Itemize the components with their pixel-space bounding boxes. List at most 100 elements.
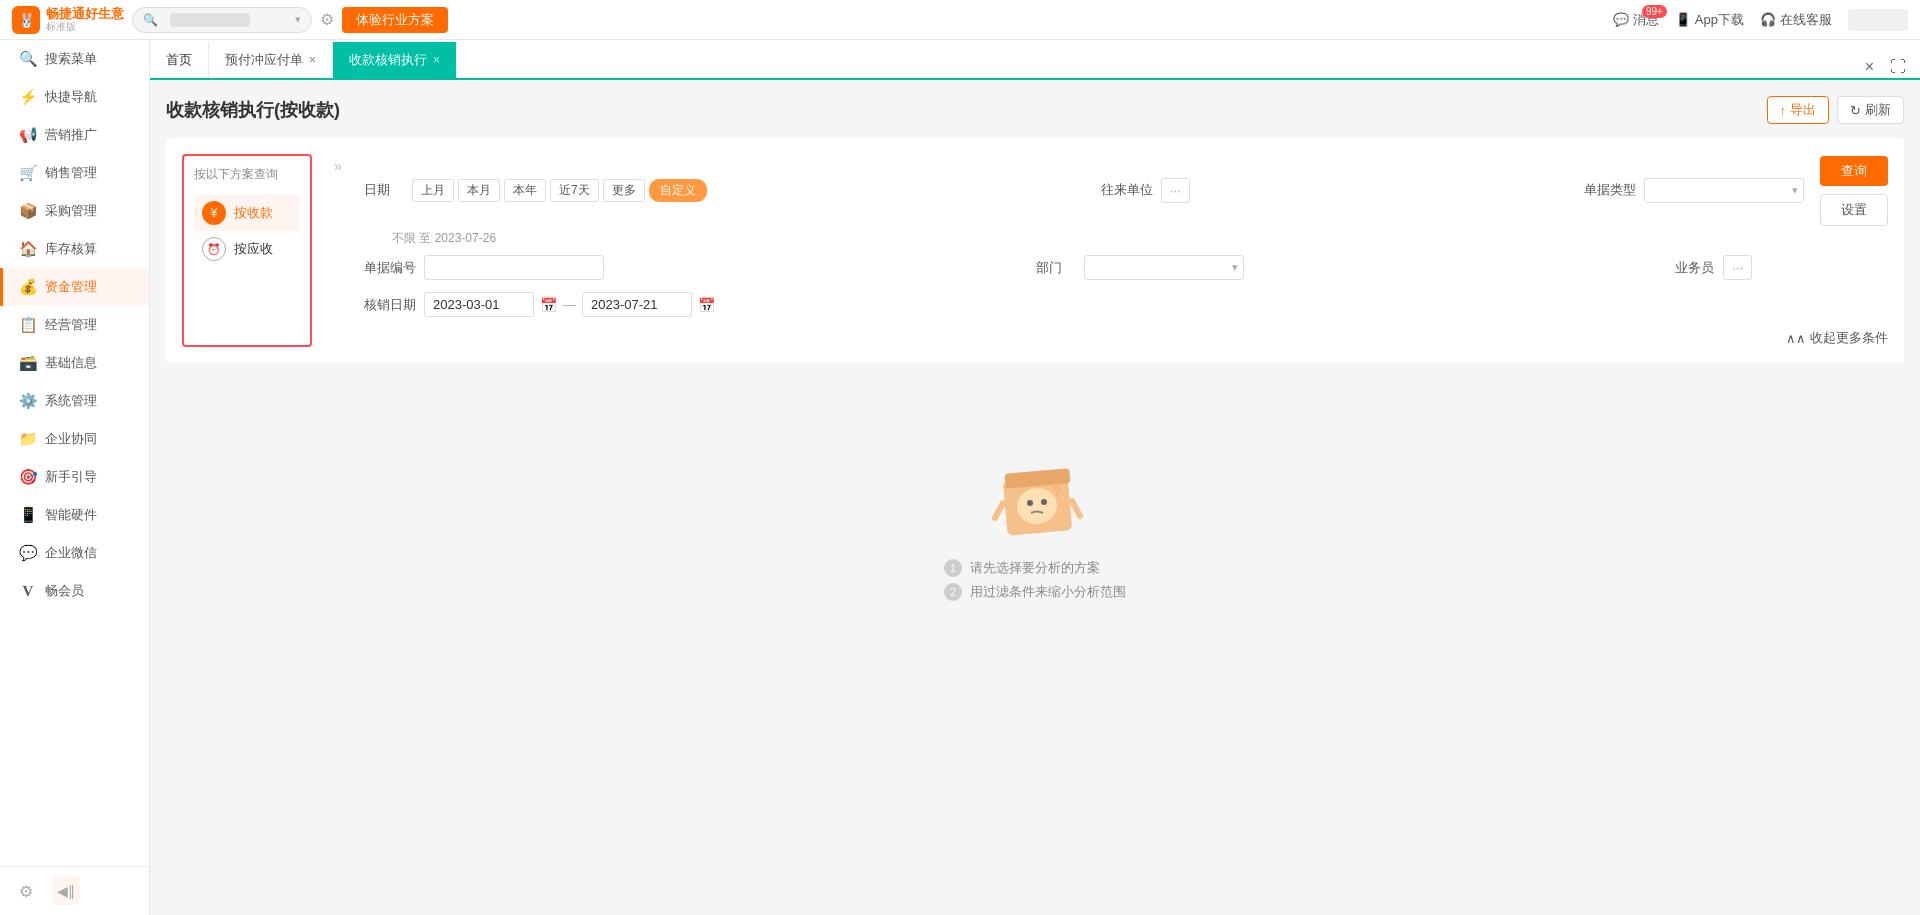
tip-1-text: 请先选择要分析的方案: [970, 559, 1100, 577]
svg-point-4: [1041, 499, 1047, 505]
app-sub: 标准版: [46, 21, 124, 33]
dept-select-wrapper: [1084, 255, 1244, 280]
receivable-icon: ⏰: [202, 237, 226, 261]
filter-option-by-receivable[interactable]: ⏰ 按应收: [194, 231, 300, 267]
main-layout: 🔍 搜索菜单 ⚡ 快捷导航 📢 营销推广 🛒 销售管理 📦 采购管理 🏠 库存核…: [0, 40, 1920, 915]
date-btn-custom[interactable]: 自定义: [649, 179, 707, 202]
sidebar-bottom: ⚙ ◀‖: [0, 866, 149, 915]
solution-button[interactable]: 体验行业方案: [342, 7, 448, 33]
empty-tip-2: 2 用过滤条件来缩小分析范围: [944, 583, 1126, 601]
docno-label: 单据编号: [364, 259, 416, 277]
sidebar: 🔍 搜索菜单 ⚡ 快捷导航 📢 营销推广 🛒 销售管理 📦 采购管理 🏠 库存核…: [0, 40, 150, 915]
app-name: 畅捷通好生意: [46, 6, 124, 22]
top-bar: 🐰 畅捷通好生意 标准版 🔍 ▾ ⚙ 体验行业方案 💬 消息 99+ 📱 App…: [0, 0, 1920, 40]
search-bar[interactable]: 🔍 ▾: [132, 7, 312, 33]
query-button[interactable]: 查询: [1820, 156, 1888, 186]
empty-tip-1: 1 请先选择要分析的方案: [944, 559, 1126, 577]
sidebar-item-wechat[interactable]: 💬 企业微信: [0, 534, 149, 572]
sidebar-item-collab[interactable]: 📁 企业协同: [0, 420, 149, 458]
box-icon: 📦: [19, 202, 37, 220]
message-badge: 99+: [1642, 5, 1667, 18]
tab-verify-label: 收款核销执行: [349, 51, 427, 69]
tab-close-all-icon[interactable]: ×: [1859, 56, 1880, 78]
date-btn-thismonth[interactable]: 本月: [458, 179, 500, 202]
partner-select-btn[interactable]: ···: [1161, 178, 1190, 203]
sidebar-item-finance[interactable]: 💰 资金管理: [0, 268, 149, 306]
sidebar-item-inventory[interactable]: 🏠 库存核算: [0, 230, 149, 268]
tab-verify-close[interactable]: ×: [433, 53, 440, 67]
search-value: [170, 13, 250, 27]
money-icon: 💰: [19, 278, 37, 296]
settings-icon[interactable]: ⚙: [320, 10, 334, 29]
page-content: 收款核销执行(按收款) ↑ 导出 ↻ 刷新 按以下方案查询: [150, 80, 1920, 915]
verify-date-label: 核销日期: [364, 296, 416, 314]
export-icon: ↑: [1780, 103, 1787, 118]
sidebar-item-label: 采购管理: [45, 202, 97, 220]
target-icon: 🎯: [19, 468, 37, 486]
tab-bar-actions: × ⛶: [1859, 56, 1920, 78]
sidebar-item-label: 系统管理: [45, 392, 97, 410]
date-btn-more[interactable]: 更多: [603, 179, 645, 202]
verify-date-field: 核销日期 📅 — 📅: [364, 292, 715, 317]
sidebar-item-purchase[interactable]: 📦 采购管理: [0, 192, 149, 230]
page-header-actions: ↑ 导出 ↻ 刷新: [1767, 96, 1905, 124]
app-logo: 🐰 畅捷通好生意 标准版: [12, 6, 124, 34]
filter-scheme-selector: 按以下方案查询 ¥ 按收款 ⏰ 按应收: [182, 154, 312, 347]
sidebar-item-member[interactable]: V 畅会员: [0, 572, 149, 610]
calendar-start-icon[interactable]: 📅: [540, 297, 557, 313]
refresh-button[interactable]: ↻ 刷新: [1837, 96, 1904, 124]
tab-prepay[interactable]: 预付冲应付单 ×: [209, 42, 333, 78]
user-info[interactable]: [1848, 9, 1908, 31]
refresh-icon: ↻: [1850, 103, 1861, 118]
app-download-action[interactable]: 📱 App下载: [1675, 11, 1744, 29]
sidebar-item-hardware[interactable]: 📱 智能硬件: [0, 496, 149, 534]
headset-icon: 🎧: [1760, 12, 1776, 27]
empty-illustration: ?: [985, 443, 1085, 543]
export-button[interactable]: ↑ 导出: [1767, 96, 1830, 124]
date-no-limit-text: 不限 至 2023-07-26: [392, 231, 496, 245]
filter-collapse-btn[interactable]: »: [328, 154, 348, 347]
sidebar-item-search[interactable]: 🔍 搜索菜单: [0, 40, 149, 78]
collapse-more-btn[interactable]: ∧∧ 收起更多条件: [364, 329, 1888, 347]
sidebar-collapse-icon[interactable]: ◀‖: [52, 877, 80, 905]
mobile-icon: 📱: [1675, 12, 1691, 27]
staff-select-btn[interactable]: ···: [1723, 255, 1752, 280]
setting-button[interactable]: 设置: [1820, 194, 1888, 226]
tab-expand-icon[interactable]: ⛶: [1884, 56, 1912, 78]
verify-date-end-input[interactable]: [582, 292, 692, 317]
tab-home[interactable]: 首页: [150, 42, 209, 78]
sidebar-item-system[interactable]: ⚙️ 系统管理: [0, 382, 149, 420]
online-service-action[interactable]: 🎧 在线客服: [1760, 11, 1832, 29]
dept-select[interactable]: [1084, 255, 1244, 280]
sidebar-item-label: 快捷导航: [45, 88, 97, 106]
wechat-icon: 💬: [19, 544, 37, 562]
page-title: 收款核销执行(按收款): [166, 98, 340, 122]
sidebar-item-guide[interactable]: 🎯 新手引导: [0, 458, 149, 496]
sidebar-item-sales[interactable]: 🛒 销售管理: [0, 154, 149, 192]
filter-option-by-receipt[interactable]: ¥ 按收款: [194, 195, 300, 231]
sidebar-item-label: 企业协同: [45, 430, 97, 448]
filter-option-receivable-label: 按应收: [234, 240, 273, 258]
verify-date-start-input[interactable]: [424, 292, 534, 317]
sidebar-item-basic-info[interactable]: 🗃️ 基础信息: [0, 344, 149, 382]
date-btn-7days[interactable]: 近7天: [550, 179, 599, 202]
form-actions: 查询 设置: [1820, 154, 1888, 226]
tab-verify[interactable]: 收款核销执行 ×: [333, 42, 457, 78]
gear-icon: ⚙️: [19, 392, 37, 410]
message-action[interactable]: 💬 消息 99+: [1613, 11, 1659, 29]
sidebar-item-management[interactable]: 📋 经营管理: [0, 306, 149, 344]
page-header: 收款核销执行(按收款) ↑ 导出 ↻ 刷新: [166, 96, 1904, 124]
calendar-end-icon[interactable]: 📅: [698, 297, 715, 313]
tab-prepay-close[interactable]: ×: [309, 53, 316, 67]
sidebar-item-label: 销售管理: [45, 164, 97, 182]
svg-text:?: ?: [1053, 482, 1061, 498]
sidebar-item-quicknav[interactable]: ⚡ 快捷导航: [0, 78, 149, 116]
doctype-select[interactable]: [1644, 178, 1804, 203]
date-btn-lastmonth[interactable]: 上月: [412, 179, 454, 202]
sidebar-settings-icon[interactable]: ⚙: [12, 877, 40, 905]
empty-svg: ?: [985, 443, 1095, 553]
date-btn-thisyear[interactable]: 本年: [504, 179, 546, 202]
docno-input[interactable]: [424, 255, 604, 280]
sidebar-item-marketing[interactable]: 📢 营销推广: [0, 116, 149, 154]
tab-prepay-label: 预付冲应付单: [225, 51, 303, 69]
